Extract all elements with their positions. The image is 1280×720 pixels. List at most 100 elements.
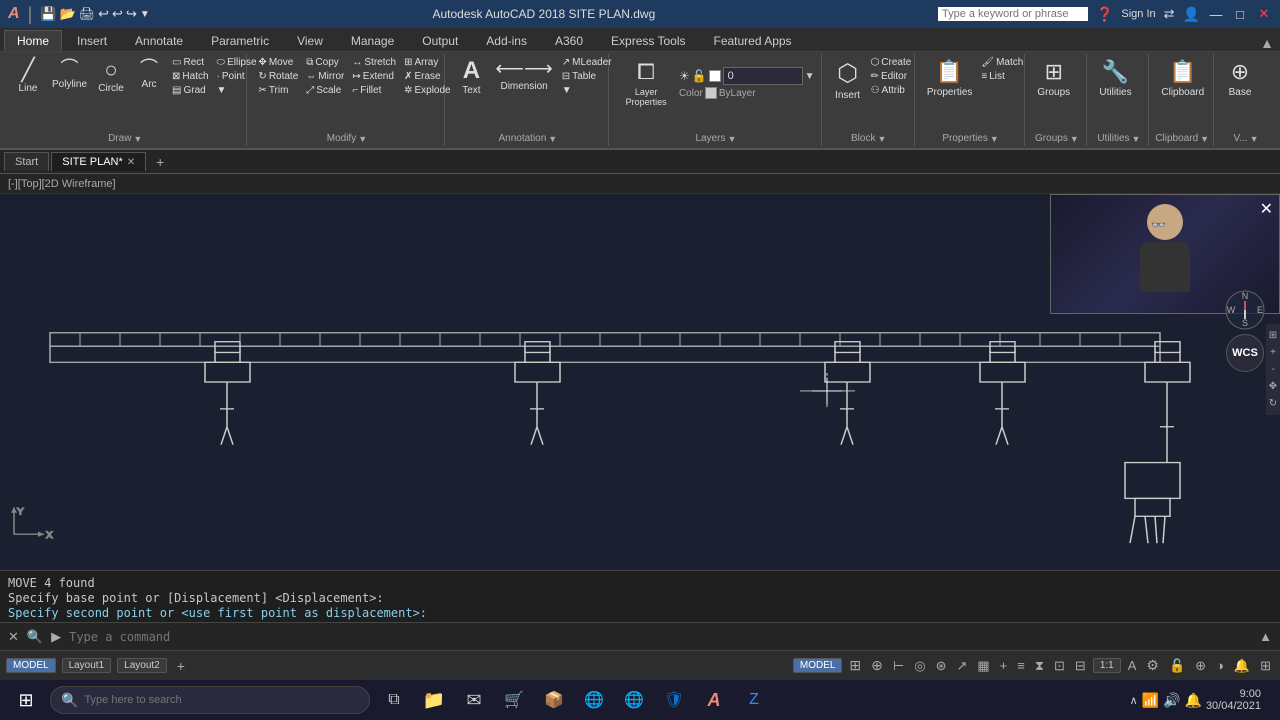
layers-expand-icon[interactable]: ▼ (727, 134, 736, 144)
fillet-button[interactable]: ⌐ Fillet (349, 84, 399, 97)
quick-access-toolbar[interactable]: 💾 📂 🖨 ↩ ↩ ↪ ▼ (40, 6, 150, 22)
zoom-in-btn[interactable]: + (1268, 345, 1278, 360)
tab-siteplan[interactable]: SITE PLAN* ✕ (51, 152, 146, 171)
move-button[interactable]: ✥ Move (255, 56, 301, 69)
network-icon[interactable]: 📶 (1142, 692, 1159, 709)
base-button[interactable]: ⊕ Base (1222, 56, 1258, 101)
copy-button[interactable]: ⧉ Copy (303, 56, 347, 69)
layer-properties-button[interactable]: ⧠ Layer Properties (617, 56, 675, 110)
cmd-search-btn[interactable]: 🔍 (23, 629, 47, 645)
notifications-icon[interactable]: 🔔 (1185, 692, 1202, 709)
properties-label[interactable]: Properties ▼ (923, 133, 1019, 144)
autocad-taskbar-btn[interactable]: A (696, 682, 732, 718)
model-space-btn[interactable]: MODEL (6, 658, 56, 673)
status-sel-btn[interactable]: ⊡ (1051, 658, 1068, 674)
command-input[interactable] (65, 630, 1255, 644)
layer-dropdown-icon[interactable]: ▼ (805, 71, 815, 82)
arc-button[interactable]: ⌒ Arc (131, 56, 167, 93)
camera-close-button[interactable]: ✕ (1260, 199, 1273, 219)
annotation-expand[interactable]: ▼ (559, 84, 615, 97)
taskbar-search-input[interactable] (84, 694, 359, 706)
tab-home[interactable]: Home (4, 30, 62, 51)
circle-button[interactable]: ○ Circle (93, 56, 129, 97)
minimize-button[interactable]: — (1208, 6, 1224, 22)
exchange-icon[interactable]: ⇄ (1164, 6, 1175, 22)
layers-label[interactable]: Layers ▼ (617, 133, 814, 144)
groups-label[interactable]: Groups ▼ (1033, 133, 1080, 144)
wcs-indicator[interactable]: WCS (1226, 334, 1264, 372)
close-siteplan-tab[interactable]: ✕ (127, 157, 135, 168)
layout2-btn[interactable]: Layout2 (117, 658, 167, 673)
layout1-btn[interactable]: Layout1 (62, 658, 112, 673)
close-button[interactable]: ✕ (1256, 6, 1272, 22)
text-button[interactable]: A Text (453, 56, 489, 99)
dimension-button[interactable]: ⟵⟶ Dimension (491, 56, 556, 95)
block-editor-button[interactable]: ✏ Editor (868, 70, 915, 83)
status-snap-btn[interactable]: ⊕ (868, 657, 886, 674)
status-settings-btn[interactable]: ⚙ (1143, 657, 1162, 674)
utilities-expand-icon[interactable]: ▼ (1132, 134, 1141, 144)
match-prop-button[interactable]: 🖌 Match (978, 56, 1026, 69)
status-ortho-btn[interactable]: ⊢ (890, 658, 907, 674)
modify-label[interactable]: Modify ▼ (255, 133, 438, 144)
status-isolate-btn[interactable]: ◑ (1213, 658, 1227, 673)
browser1-btn[interactable]: 🌐 (576, 682, 612, 718)
properties-expand-icon[interactable]: ▼ (990, 134, 999, 144)
tab-parametric[interactable]: Parametric (198, 30, 282, 51)
rectangle-button[interactable]: ▭ Rect (169, 56, 212, 69)
taskbar-search-box[interactable]: 🔍 (50, 686, 370, 714)
clipboard-expand-icon[interactable]: ▼ (1200, 134, 1209, 144)
amazon-btn[interactable]: 🛒 (496, 682, 532, 718)
cmd-cancel-btn[interactable]: ✕ (4, 629, 23, 645)
status-grid-btn[interactable]: ⊞ (846, 657, 864, 674)
windows-start-button[interactable]: ⊞ (4, 682, 48, 718)
groups-button[interactable]: ⊞ Groups (1033, 56, 1074, 101)
title-search-input[interactable] (938, 7, 1088, 21)
zoom-extents-btn[interactable]: ⊞ (1267, 328, 1279, 343)
status-ducs-btn[interactable]: ▦ (974, 658, 992, 674)
mleader-button[interactable]: ↗ MLeader (559, 56, 615, 69)
status-tp-btn[interactable]: ⧗ (1032, 658, 1047, 674)
scale-btn[interactable]: 1:1 (1093, 658, 1121, 673)
base-expand-icon[interactable]: ▼ (1250, 134, 1259, 144)
line-button[interactable]: ╱ Line (10, 56, 46, 97)
trim-button[interactable]: ✂ Trim (255, 84, 301, 97)
store-btn[interactable]: 🛡 (656, 682, 692, 718)
tab-annotate[interactable]: Annotate (122, 30, 196, 51)
tab-insert[interactable]: Insert (64, 30, 120, 51)
model-indicator-btn[interactable]: MODEL (793, 658, 843, 673)
tab-featured[interactable]: Featured Apps (701, 30, 805, 51)
dropbox-btn[interactable]: 📦 (536, 682, 572, 718)
status-hardware-btn[interactable]: ⊕ (1192, 658, 1209, 674)
file-explorer-btn[interactable]: 📁 (416, 682, 452, 718)
cmd-arrow-btn[interactable]: ▶ (47, 629, 65, 645)
block-label[interactable]: Block ▼ (830, 133, 908, 144)
hatch-button[interactable]: ⊠ Hatch (169, 70, 212, 83)
zoom-btn[interactable]: Z (736, 682, 772, 718)
status-osnap-btn[interactable]: ⊛ (933, 658, 950, 674)
status-lock-btn[interactable]: 🔓 (1166, 658, 1188, 674)
scale-button[interactable]: ⤢ Scale (303, 84, 347, 97)
mirror-button[interactable]: ⇔ Mirror (303, 70, 347, 83)
sign-in-button[interactable]: Sign In (1121, 8, 1155, 20)
table-button[interactable]: ⊟ Table (559, 70, 615, 83)
annotation-expand-icon[interactable]: ▼ (548, 134, 557, 144)
volume-icon[interactable]: 🔊 (1163, 692, 1180, 709)
orbit-btn[interactable]: ↻ (1267, 396, 1279, 411)
status-annotation-btn[interactable]: A (1125, 658, 1140, 673)
rotate-button[interactable]: ↻ Rotate (255, 70, 301, 83)
clipboard-label[interactable]: Clipboard ▼ (1157, 133, 1207, 144)
create-block-button[interactable]: ⬡ Create (868, 56, 915, 69)
cmd-scroll-up[interactable]: ▲ (1255, 629, 1276, 644)
explode-button[interactable]: ✲ Explode (401, 84, 454, 97)
base-label[interactable]: V... ▼ (1222, 133, 1270, 144)
layer-selector[interactable] (723, 67, 803, 85)
add-layout-btn[interactable]: + (173, 658, 189, 674)
list-button[interactable]: ≡ List (978, 70, 1026, 83)
stretch-button[interactable]: ↔ Stretch (349, 56, 399, 69)
annotation-label[interactable]: Annotation ▼ (453, 133, 602, 144)
status-lw-btn[interactable]: ≡ (1014, 658, 1028, 673)
mail-btn[interactable]: ✉ (456, 682, 492, 718)
task-view-btn[interactable]: ⧉ (376, 682, 412, 718)
system-clock[interactable]: 9:00 30/04/2021 (1206, 688, 1261, 712)
